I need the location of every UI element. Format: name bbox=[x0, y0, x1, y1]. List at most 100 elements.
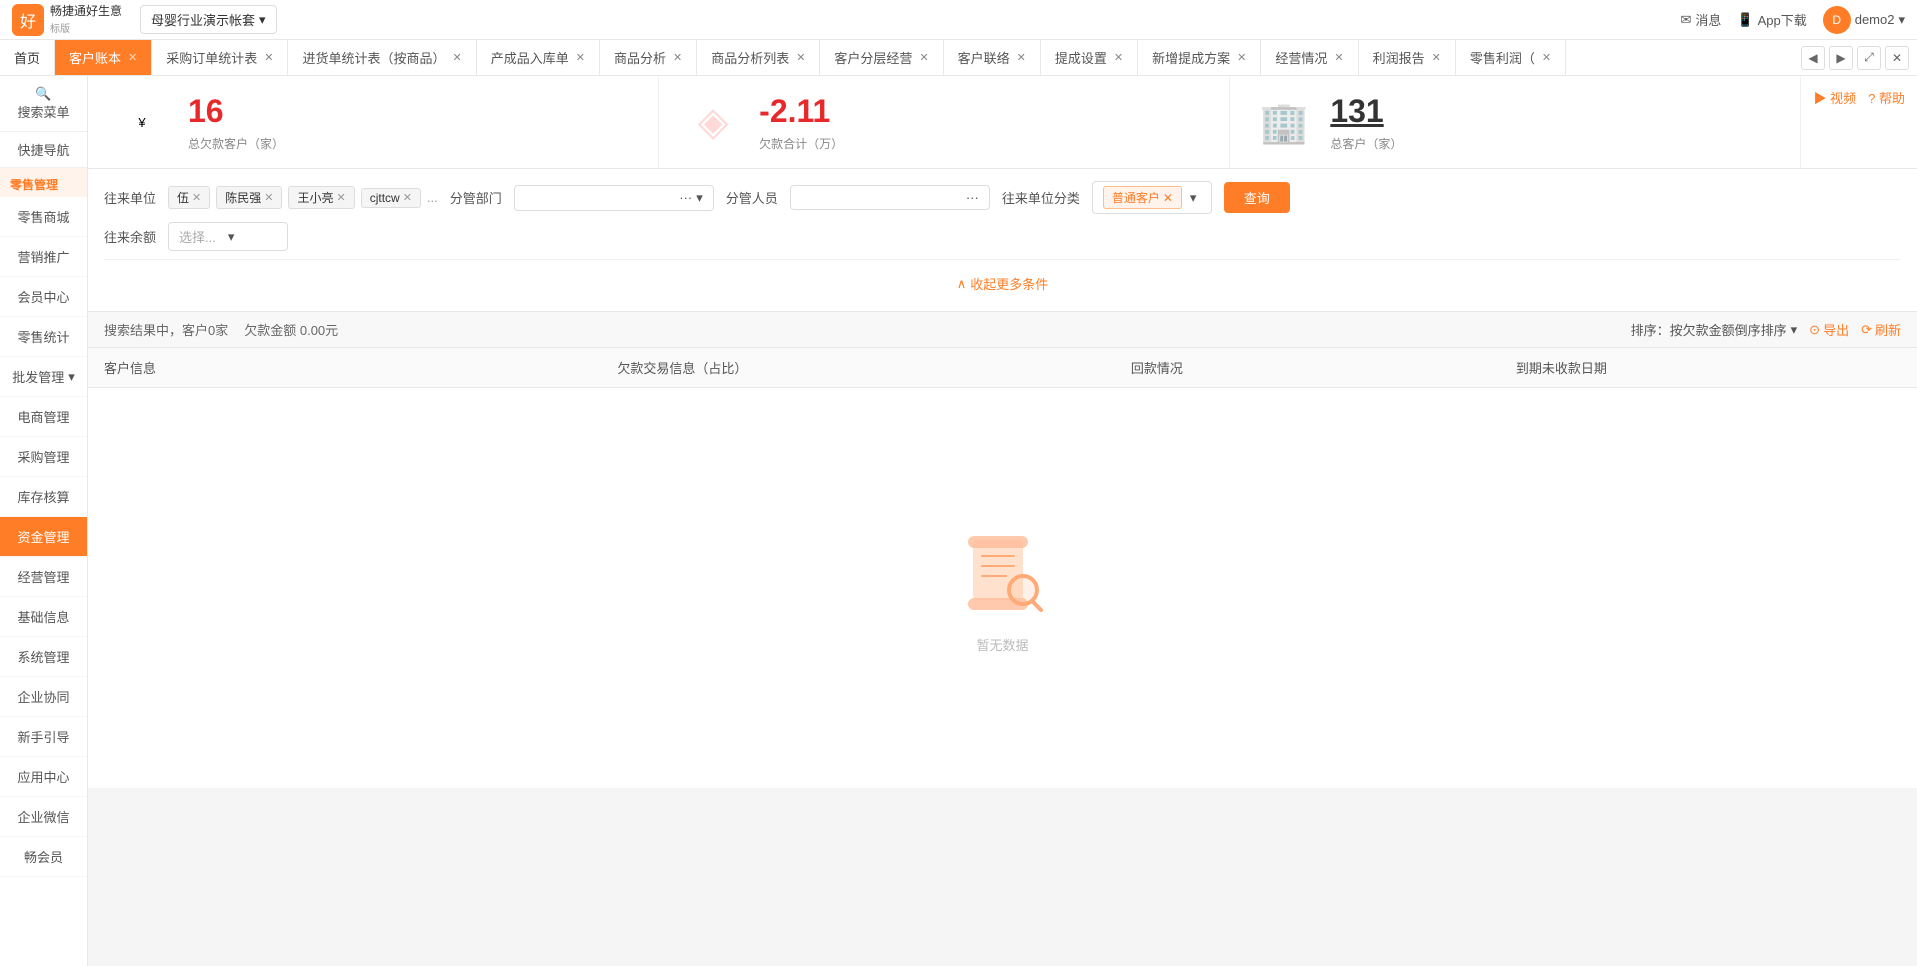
tab-expand[interactable]: ⤢ bbox=[1857, 46, 1881, 70]
unit-type-tag-close[interactable]: ✕ bbox=[1163, 191, 1173, 205]
summary-data-total: 131 总客户（家） bbox=[1330, 92, 1402, 151]
amount-label: 欠款合计（万） bbox=[759, 135, 843, 152]
export-button[interactable]: ⊙ 导出 bbox=[1809, 320, 1849, 339]
sidebar-item-batch-mgmt[interactable]: 批发管理 ▾ bbox=[0, 357, 87, 397]
sidebar-item-enterprise[interactable]: 企业协同 bbox=[0, 677, 87, 717]
tab-retail-profit[interactable]: 零售利润（ ✕ bbox=[1456, 40, 1566, 76]
tab-product-analysis-list-close[interactable]: ✕ bbox=[796, 51, 805, 64]
phone-icon: 📱 bbox=[1737, 12, 1753, 28]
export-icon: ⊙ bbox=[1809, 322, 1820, 338]
tab-retail-profit-label: 零售利润（ bbox=[1470, 48, 1535, 67]
tab-operations-label: 经营情况 bbox=[1275, 48, 1327, 67]
tab-scroll-right[interactable]: ▶ bbox=[1829, 46, 1853, 70]
tab-new-promotion-close[interactable]: ✕ bbox=[1237, 51, 1246, 64]
message-button[interactable]: ✉ 消息 bbox=[1680, 10, 1721, 29]
tag-wu-close[interactable]: ✕ bbox=[192, 191, 201, 204]
user-area[interactable]: D demo2 ▾ bbox=[1823, 6, 1905, 34]
tab-purchase-order-stats-close[interactable]: ✕ bbox=[264, 51, 273, 64]
sidebar-item-inventory[interactable]: 库存核算 bbox=[0, 477, 87, 517]
tab-new-promotion[interactable]: 新增提成方案 ✕ bbox=[1138, 40, 1261, 76]
filter-tag-wang[interactable]: 王小亮 ✕ bbox=[288, 186, 354, 209]
refresh-button[interactable]: ⟳ 刷新 bbox=[1861, 320, 1901, 339]
sidebar-item-operations-mgmt[interactable]: 经营管理 bbox=[0, 557, 87, 597]
sidebar-item-new-guide[interactable]: 新手引导 bbox=[0, 717, 87, 757]
tab-operations-close[interactable]: ✕ bbox=[1334, 51, 1343, 64]
tab-product-analysis-close[interactable]: ✕ bbox=[673, 51, 682, 64]
sidebar-item-retail-stats[interactable]: 零售统计 bbox=[0, 317, 87, 357]
tab-product-analysis-list-label: 商品分析列表 bbox=[711, 48, 789, 67]
tab-customer-contact[interactable]: 客户联络 ✕ bbox=[944, 40, 1041, 76]
tab-profit-report-close[interactable]: ✕ bbox=[1432, 51, 1441, 64]
sidebar-item-ecommerce[interactable]: 电商管理 bbox=[0, 397, 87, 437]
tab-operations[interactable]: 经营情况 ✕ bbox=[1261, 40, 1358, 76]
filter-row-1: 往来单位 伍 ✕ 陈民强 ✕ 王小亮 ✕ cjttcw bbox=[104, 181, 1901, 214]
sidebar-item-marketing[interactable]: 营销推广 bbox=[0, 237, 87, 277]
tab-inbound-stats-close[interactable]: ✕ bbox=[453, 51, 462, 64]
balance-placeholder: 选择... bbox=[179, 227, 216, 246]
question-icon: ? bbox=[1868, 91, 1875, 106]
total-label: 总客户（家） bbox=[1330, 135, 1402, 152]
balance-filter-select[interactable]: 选择... ▾ bbox=[168, 222, 288, 251]
org-selector[interactable]: 母婴行业演示帐套 ▾ bbox=[140, 5, 277, 34]
filter-tag-cjttcw[interactable]: cjttcw ✕ bbox=[361, 188, 421, 208]
sidebar-item-app-center[interactable]: 应用中心 bbox=[0, 757, 87, 797]
tab-purchase-order-stats[interactable]: 采购订单统计表 ✕ bbox=[152, 40, 288, 76]
user-chevron-icon: ▾ bbox=[1898, 12, 1905, 28]
query-button[interactable]: 查询 bbox=[1224, 182, 1290, 213]
dept-filter-select[interactable]: ··· ▾ bbox=[514, 185, 714, 211]
tab-product-analysis[interactable]: 商品分析 ✕ bbox=[600, 40, 697, 76]
video-link[interactable]: ▶ 视频 bbox=[1813, 88, 1856, 156]
sidebar-item-enterprise-wechat[interactable]: 企业微信 bbox=[0, 797, 87, 837]
collapse-icon: ∧ bbox=[957, 276, 967, 292]
tab-profit-report[interactable]: 利润报告 ✕ bbox=[1359, 40, 1456, 76]
tab-product-analysis-list[interactable]: 商品分析列表 ✕ bbox=[697, 40, 820, 76]
sidebar-item-member-center[interactable]: 会员中心 bbox=[0, 277, 87, 317]
app-download-button[interactable]: 📱 App下载 bbox=[1737, 10, 1806, 29]
tab-inbound-stats[interactable]: 进货单统计表（按商品） ✕ bbox=[288, 40, 476, 76]
filter-more-tags[interactable]: ... bbox=[427, 190, 438, 205]
tab-purchase-order-stats-label: 采购订单统计表 bbox=[166, 48, 257, 67]
sidebar-quick-nav[interactable]: 快捷导航 bbox=[0, 132, 87, 168]
tab-home-label: 首页 bbox=[14, 48, 40, 67]
results-count: 搜索结果中，客户0家 bbox=[104, 320, 228, 339]
results-bar: 搜索结果中，客户0家 欠款金额 0.00元 排序：按欠款金额倒序排序 ▾ ⊙ 导… bbox=[88, 312, 1917, 348]
sidebar-item-retail-mall[interactable]: 零售商城 bbox=[0, 197, 87, 237]
sort-chevron-icon: ▾ bbox=[1791, 322, 1798, 338]
sidebar-item-purchase[interactable]: 采购管理 bbox=[0, 437, 87, 477]
help-link[interactable]: ? 帮助 bbox=[1868, 88, 1905, 156]
tab-promotion-settings[interactable]: 提成设置 ✕ bbox=[1041, 40, 1138, 76]
collapse-button[interactable]: ∧ 收起更多条件 bbox=[945, 268, 1061, 299]
tab-customer-contact-label: 客户联络 bbox=[958, 48, 1010, 67]
person-filter-dots: ··· bbox=[966, 190, 979, 205]
unit-type-filter-select[interactable]: 普通客户 ✕ ▾ bbox=[1092, 181, 1212, 214]
logo-area: 好 畅捷通好生意 标版 bbox=[12, 4, 122, 36]
sidebar-item-finance[interactable]: 资金管理 bbox=[0, 517, 87, 557]
empty-label: 暂无数据 bbox=[976, 635, 1028, 654]
tab-accounts[interactable]: 客户账本 ✕ bbox=[55, 40, 152, 76]
tab-retail-profit-close[interactable]: ✕ bbox=[1542, 51, 1551, 64]
sidebar-item-system[interactable]: 系统管理 bbox=[0, 637, 87, 677]
sort-selector[interactable]: 排序：按欠款金额倒序排序 ▾ bbox=[1631, 320, 1798, 339]
tab-customer-contact-close[interactable]: ✕ bbox=[1017, 51, 1026, 64]
tab-inbound-stats-label: 进货单统计表（按商品） bbox=[302, 48, 445, 67]
tag-cjttcw-close[interactable]: ✕ bbox=[403, 191, 412, 204]
person-filter-select[interactable]: ··· bbox=[790, 185, 990, 210]
sidebar-search-menu[interactable]: 🔍 搜索菜单 bbox=[0, 76, 87, 132]
tab-customer-segmentation[interactable]: 客户分层经营 ✕ bbox=[820, 40, 943, 76]
tab-scroll-left[interactable]: ◀ bbox=[1801, 46, 1825, 70]
tab-product-inbound[interactable]: 产成品入库单 ✕ bbox=[477, 40, 600, 76]
tag-wang-close[interactable]: ✕ bbox=[337, 191, 346, 204]
empty-illustration bbox=[953, 523, 1053, 623]
filter-tag-chen[interactable]: 陈民强 ✕ bbox=[216, 186, 282, 209]
sidebar-item-basic-info[interactable]: 基础信息 bbox=[0, 597, 87, 637]
tab-customer-segmentation-close[interactable]: ✕ bbox=[919, 51, 928, 64]
filter-tag-wu[interactable]: 伍 ✕ bbox=[168, 186, 210, 209]
tab-product-inbound-close[interactable]: ✕ bbox=[576, 51, 585, 64]
play-icon: ▶ bbox=[1813, 91, 1826, 106]
tab-accounts-close[interactable]: ✕ bbox=[128, 51, 137, 64]
sidebar-item-vip-member[interactable]: 畅会员 bbox=[0, 837, 87, 877]
tag-chen-close[interactable]: ✕ bbox=[264, 191, 273, 204]
tab-home[interactable]: 首页 bbox=[0, 40, 55, 76]
tab-close-all[interactable]: ✕ bbox=[1885, 46, 1909, 70]
tab-promotion-settings-close[interactable]: ✕ bbox=[1114, 51, 1123, 64]
